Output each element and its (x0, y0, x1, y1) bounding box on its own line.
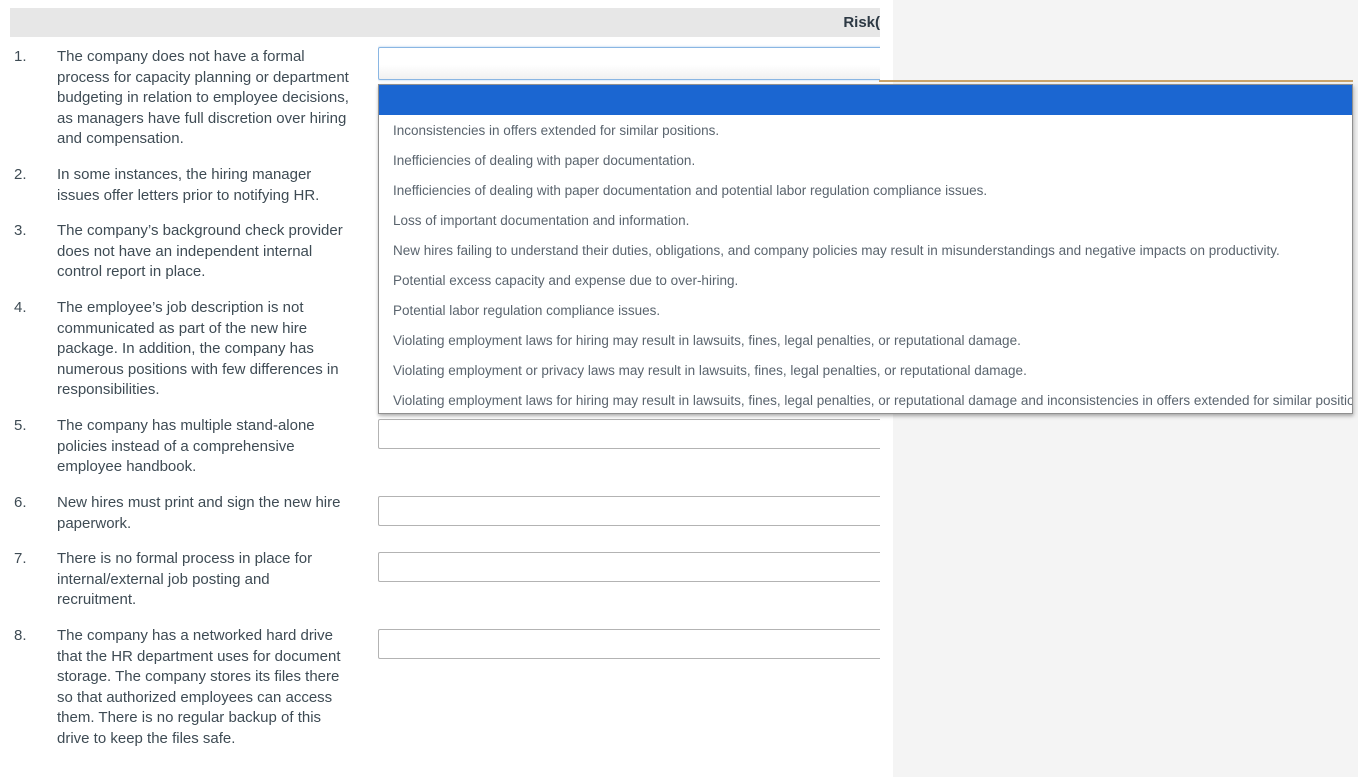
question-row-4: 4. The employee’s job description is not… (14, 298, 350, 401)
question-row-3: 3. The company’s background check provid… (14, 221, 350, 283)
question-text: The company has a networked hard drive t… (57, 627, 341, 747)
question-number: 3. (14, 222, 27, 239)
question-text: There is no formal process in place for … (57, 550, 313, 608)
question-row-6: 6. New hires must print and sign the new… (14, 493, 350, 534)
question-text: The employee’s job description is not co… (57, 299, 339, 398)
dropdown-option[interactable]: Inefficiencies of dealing with paper doc… (379, 175, 1352, 205)
question-number: 4. (14, 299, 27, 316)
question-number: 1. (14, 48, 27, 65)
dropdown-option[interactable]: Potential labor regulation compliance is… (379, 295, 1352, 325)
question-text: In some instances, the hiring manager is… (57, 166, 320, 204)
risk-select-6[interactable] (378, 496, 880, 526)
question-row-1: 1. The company does not have a formal pr… (14, 47, 350, 150)
question-row-7: 7. There is no formal process in place f… (14, 549, 350, 611)
question-row-8: 8. The company has a networked hard driv… (14, 626, 350, 749)
question-row-2: 2. In some instances, the hiring manager… (14, 165, 350, 206)
dropdown-option[interactable]: Violating employment or privacy laws may… (379, 355, 1352, 385)
dropdown-option[interactable]: New hires failing to understand their du… (379, 235, 1352, 265)
question-text: New hires must print and sign the new hi… (57, 494, 341, 532)
dropdown-option[interactable]: Violating employment laws for hiring may… (379, 385, 1352, 413)
dropdown-option[interactable]: Potential excess capacity and expense du… (379, 265, 1352, 295)
dropdown-option[interactable]: Loss of important documentation and info… (379, 205, 1352, 235)
question-number: 6. (14, 494, 27, 511)
dropdown-option[interactable]: Inefficiencies of dealing with paper doc… (379, 145, 1352, 175)
question-row-5: 5. The company has multiple stand-alone … (14, 416, 350, 478)
question-number: 8. (14, 627, 27, 644)
question-number: 5. (14, 417, 27, 434)
question-text: The company has multiple stand-alone pol… (57, 417, 315, 475)
risk-select-1[interactable] (378, 47, 880, 80)
dropdown-option[interactable]: Violating employment laws for hiring may… (379, 325, 1352, 355)
question-text: The company’s background check provider … (57, 222, 343, 280)
dropdown-option-selected[interactable] (379, 85, 1352, 115)
dropdown-top-border (879, 80, 1353, 82)
risk-select-8[interactable] (378, 629, 880, 659)
dropdown-menu: Inconsistencies in offers extended for s… (378, 84, 1353, 414)
risk-select-5[interactable] (378, 419, 880, 449)
risk-select-7[interactable] (378, 552, 880, 582)
dropdown-option[interactable]: Inconsistencies in offers extended for s… (379, 115, 1352, 145)
question-number: 7. (14, 550, 27, 567)
question-number: 2. (14, 166, 27, 183)
question-text: The company does not have a formal proce… (57, 48, 349, 147)
